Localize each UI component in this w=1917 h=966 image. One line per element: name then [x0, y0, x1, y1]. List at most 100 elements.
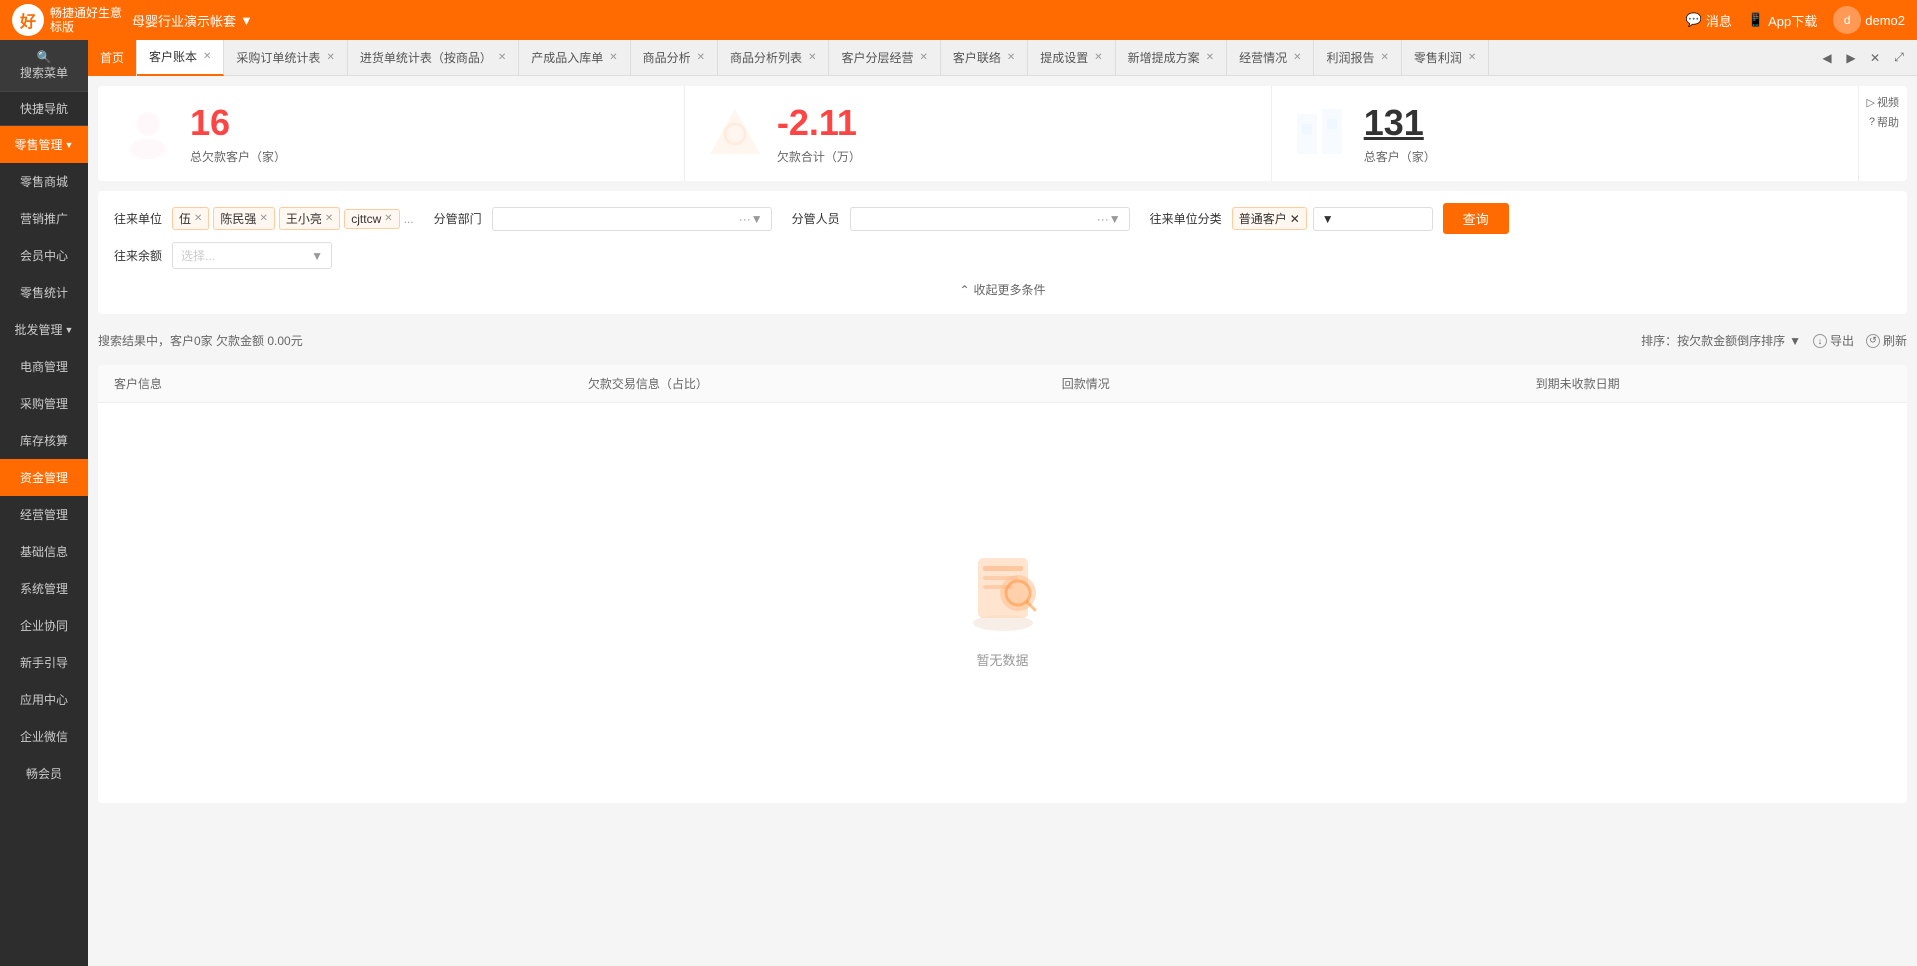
tab-operation[interactable]: 经营情况 ✕ — [1227, 40, 1314, 76]
sidebar-item-wechat[interactable]: 企业微信 — [0, 718, 88, 755]
sidebar-item-collab[interactable]: 企业协同 — [0, 607, 88, 644]
sidebar-item-purchase[interactable]: 采购管理 — [0, 385, 88, 422]
tab-close-all[interactable]: ✕ — [1865, 48, 1885, 68]
export-btn[interactable]: ↓ 导出 — [1813, 332, 1854, 349]
collapse-btn[interactable]: ⌃ 收起更多条件 — [959, 281, 1045, 298]
tab-close-product[interactable]: ✕ — [609, 52, 617, 63]
sidebar-item-vip[interactable]: 畅会员 — [0, 755, 88, 792]
tab-po[interactable]: 采购订单统计表 ✕ — [224, 40, 347, 76]
filter-more-btn[interactable]: ... — [404, 212, 414, 226]
tab-scroll-right[interactable]: ▶ — [1841, 48, 1861, 68]
tab-goods-list[interactable]: 商品分析列表 ✕ — [718, 40, 829, 76]
tab-close-customer-contact[interactable]: ✕ — [1007, 52, 1015, 63]
sidebar-item-ecommerce[interactable]: 电商管理 — [0, 348, 88, 385]
sidebar-item-retail-stats[interactable]: 零售统计 — [0, 274, 88, 311]
empty-icon — [953, 538, 1053, 638]
tab-close-goods[interactable]: ✕ — [498, 52, 506, 63]
tab-goods-analysis[interactable]: 商品分析 ✕ — [631, 40, 718, 76]
query-button[interactable]: 查询 — [1443, 203, 1509, 234]
classify-select[interactable]: ▼ — [1313, 207, 1433, 231]
help-btn[interactable]: ? 帮助 — [1869, 114, 1899, 130]
sidebar-item-member[interactable]: 会员中心 — [0, 237, 88, 274]
tab-customer-layer[interactable]: 客户分层经营 ✕ — [829, 40, 940, 76]
stats-row: 16 总欠款客户（家） -2.11 欠款 — [98, 86, 1907, 181]
sidebar-item-wholesale[interactable]: 批发管理 ▼ — [0, 311, 88, 348]
app-download-btn[interactable]: 📱 App下载 — [1748, 11, 1817, 30]
tab-retail-profit[interactable]: 零售利润 ✕ — [1402, 40, 1489, 76]
sidebar-search[interactable]: 🔍 搜索菜单 — [0, 40, 88, 92]
logo-icon: 好 — [12, 4, 44, 36]
tab-close-po[interactable]: ✕ — [326, 52, 334, 63]
sidebar-item-finance[interactable]: 资金管理 — [0, 459, 88, 496]
sidebar-item-guide[interactable]: 新手引导 — [0, 644, 88, 681]
classify-area: 普通客户 ✕ ▼ — [1232, 207, 1433, 231]
tab-profit[interactable]: 利润报告 ✕ — [1314, 40, 1401, 76]
sidebar-label-retail: 零售管理 — [15, 136, 63, 153]
logo-line1: 畅捷通好生意 — [50, 6, 122, 20]
sidebar-item-system[interactable]: 系统管理 — [0, 570, 88, 607]
tab-close-retail-profit[interactable]: ✕ — [1468, 52, 1476, 63]
user-menu[interactable]: d demo2 — [1833, 6, 1905, 34]
tab-ar[interactable]: 客户账本 ✕ — [137, 40, 224, 76]
classify-tag-close[interactable]: ✕ — [1290, 212, 1300, 226]
classify-label: 往来单位分类 — [1150, 210, 1222, 227]
tab-close-new-commission[interactable]: ✕ — [1206, 52, 1214, 63]
balance-select[interactable]: 选择... ▼ — [172, 242, 332, 269]
tab-product[interactable]: 产成品入库单 ✕ — [519, 40, 630, 76]
person-select[interactable]: ··· ▼ — [850, 207, 1130, 231]
sidebar-label-member: 会员中心 — [20, 249, 68, 263]
unit-tags: 伍 ✕ 陈民强 ✕ 王小亮 ✕ — [172, 207, 414, 230]
tab-commission[interactable]: 提成设置 ✕ — [1028, 40, 1115, 76]
tab-close-ar[interactable]: ✕ — [203, 51, 211, 62]
tab-close-goods-analysis[interactable]: ✕ — [697, 52, 705, 63]
sidebar-item-retail[interactable]: 零售管理 ▼ — [0, 126, 88, 163]
stat-icon-amount — [705, 104, 765, 164]
stat-value-amount: -2.11 — [777, 102, 861, 144]
filter-tag-wu[interactable]: 伍 ✕ — [172, 207, 209, 230]
tab-close-goods-list[interactable]: ✕ — [808, 52, 816, 63]
tab-bar: 首页 客户账本 ✕ 采购订单统计表 ✕ 进货单统计表（按商品） ✕ 产成品入库单… — [88, 40, 1917, 76]
filter-tag-chen[interactable]: 陈民强 ✕ — [213, 207, 274, 230]
sidebar-item-basic[interactable]: 基础信息 — [0, 533, 88, 570]
sidebar-item-inventory[interactable]: 库存核算 — [0, 422, 88, 459]
message-btn[interactable]: 💬 消息 — [1686, 11, 1732, 30]
tab-scroll-left[interactable]: ◀ — [1817, 48, 1837, 68]
stat-actions: ▷ 视频 ? 帮助 — [1859, 86, 1907, 181]
stat-info-total: 131 总客户（家） — [1364, 102, 1436, 165]
store-selector[interactable]: 母婴行业演示帐套 ▼ — [132, 11, 253, 30]
filter-tag-wang[interactable]: 王小亮 ✕ — [279, 207, 340, 230]
sidebar-item-app-center[interactable]: 应用中心 — [0, 681, 88, 718]
sidebar-label-finance: 资金管理 — [20, 471, 68, 485]
refresh-btn[interactable]: ↺ 刷新 — [1866, 332, 1907, 349]
chevron-icon: ▼ — [65, 140, 74, 150]
tab-close-customer-layer[interactable]: ✕ — [919, 52, 927, 63]
sidebar-label-wechat: 企业微信 — [20, 730, 68, 744]
stat-label-total: 总客户（家） — [1364, 148, 1436, 165]
sidebar-quick-nav[interactable]: 快捷导航 — [0, 92, 88, 126]
person-arrow-icon: ▼ — [1109, 212, 1121, 226]
tag-close-chen[interactable]: ✕ — [259, 213, 267, 224]
classify-tag-normal[interactable]: 普通客户 ✕ — [1232, 207, 1307, 230]
tab-expand[interactable]: ⤢ — [1889, 48, 1909, 68]
tab-close-profit[interactable]: ✕ — [1381, 52, 1389, 63]
tab-new-commission[interactable]: 新增提成方案 ✕ — [1116, 40, 1227, 76]
dept-select[interactable]: ··· ▼ — [492, 207, 772, 231]
sidebar-item-operations[interactable]: 经营管理 — [0, 496, 88, 533]
sidebar-label-retail-stats: 零售统计 — [20, 286, 68, 300]
tag-close-wang[interactable]: ✕ — [325, 213, 333, 224]
tab-home[interactable]: 首页 — [88, 40, 137, 76]
dept-dots: ··· — [739, 212, 751, 226]
sidebar-item-marketing[interactable]: 营销推广 — [0, 200, 88, 237]
tab-close-operation[interactable]: ✕ — [1293, 52, 1301, 63]
chevron-icon-2: ▼ — [65, 325, 74, 335]
tab-goods[interactable]: 进货单统计表（按商品） ✕ — [348, 40, 519, 76]
tab-close-commission[interactable]: ✕ — [1094, 52, 1102, 63]
video-btn[interactable]: ▷ 视频 — [1867, 94, 1899, 110]
stat-card-total: 131 总客户（家） — [1272, 86, 1859, 181]
filter-tag-cjttcw[interactable]: cjttcw ✕ — [344, 209, 399, 229]
sort-select[interactable]: 排序：按欠款金额倒序排序 ▼ — [1641, 332, 1801, 349]
tag-close-cjttcw[interactable]: ✕ — [384, 213, 392, 224]
tag-close-wu[interactable]: ✕ — [194, 213, 202, 224]
tab-customer-contact[interactable]: 客户联络 ✕ — [941, 40, 1028, 76]
sidebar-item-retail-mall[interactable]: 零售商城 — [0, 163, 88, 200]
